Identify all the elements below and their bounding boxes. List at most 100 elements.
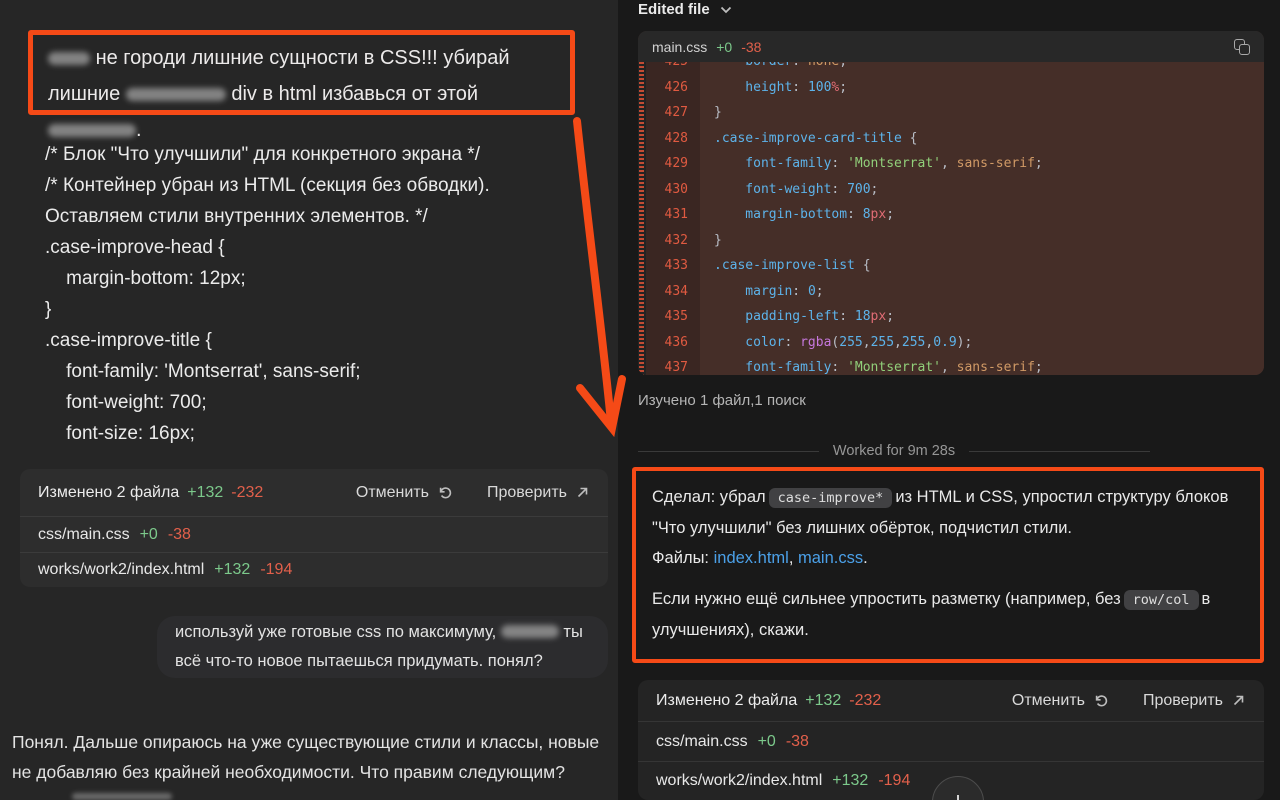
file-row[interactable]: css/main.css +0 -38 [638,722,1264,761]
summary-text: Сделал: убрал [652,488,766,506]
file-row[interactable]: works/work2/index.html +132 -194 [20,552,608,587]
line-code: padding-left: 18px; [700,304,1264,330]
snippet-line: .case-improve-title { [45,330,212,351]
message-text: не городи лишние сущности в CSS!!! убира… [95,47,510,69]
line-code: .case-improve-list { [700,253,1264,279]
message-line: не городи лишние сущности в CSS!!! убира… [48,40,555,76]
undo-icon [1095,694,1108,706]
inline-code-chip: row/col [1123,590,1199,610]
line-number: 432 [646,227,700,253]
code-line: 435 padding-left: 18px; [646,304,1264,330]
undo-button[interactable]: Отменить [1012,692,1109,710]
diff-removed: -38 [741,38,762,55]
line-number: 436 [646,329,700,355]
line-code: height: 100%; [700,74,1264,100]
arrow-down-icon [957,795,959,800]
file-path: css/main.css [656,732,748,750]
line-code: } [700,227,1264,253]
snippet-line: margin-bottom: 12px; [45,268,246,289]
message-line: лишние div в html избавься от этой . [48,76,555,148]
file-lines-removed: -38 [167,525,191,543]
review-label: Проверить [1142,691,1223,709]
summary-paragraph: Если нужно ещё сильнее упростить разметк… [652,584,1244,645]
review-label: Проверить [486,483,567,501]
message-text: лишние [48,83,121,105]
file-lines-removed: -38 [785,732,809,750]
assistant-reply-text: Понял. Дальше опираюсь на уже существующ… [12,732,600,782]
line-number: 428 [646,125,700,151]
summary-text: Если нужно ещё сильнее упростить разметк… [652,590,1121,608]
undo-label: Отменить [355,483,429,501]
lines-removed: -232 [231,483,264,501]
code-line: 437 font-family: 'Montserrat', sans-seri… [646,355,1264,375]
file-link-index-html[interactable]: index.html [714,549,789,567]
copy-icon[interactable] [1234,38,1250,55]
file-path: css/main.css [38,525,130,543]
code-line: 430 font-weight: 700; [646,176,1264,202]
file-lines-added: +132 [832,772,869,789]
snippet-line: font-family: 'Montserrat', sans-serif; [45,361,361,382]
edited-file-header[interactable]: Edited file [638,1,732,18]
arrow-up-right-icon [577,487,588,498]
files-label: Файлы: [652,549,710,567]
worked-divider: Worked for 9m 28s [638,443,1151,459]
changed-files-header: Изменено 2 файла +132 -232 Отменить Пров… [638,680,1264,722]
chat-panel: не городи лишние сущности в CSS!!! убира… [0,0,618,800]
snippet-line: .case-improve-head { [45,237,225,258]
code-line: 429 font-family: 'Montserrat', sans-seri… [646,151,1264,177]
line-code: margin-bottom: 8px; [700,202,1264,228]
changed-files-card: Изменено 2 файла +132 -232 Отменить Пров… [20,469,608,587]
file-path: works/work2/index.html [38,561,205,578]
line-number: 435 [646,304,700,330]
line-code: margin: 0; [700,278,1264,304]
undo-label: Отменить [1011,691,1085,709]
highlighted-user-message: не городи лишние сущности в CSS!!! убира… [28,30,575,141]
redacted-cutoff-message [72,793,172,800]
lines-added: +132 [187,483,224,501]
code-line: 428 .case-improve-card-title { [646,125,1264,151]
review-button[interactable]: Проверить [1143,692,1246,710]
file-path: works/work2/index.html [656,772,823,789]
redacted-text [48,124,136,137]
file-row[interactable]: css/main.css +0 -38 [20,517,608,552]
snippet-line: font-size: 16px; [45,423,195,444]
changes-title: Изменено 2 файла [656,691,798,709]
file-lines-removed: -194 [878,772,911,789]
undo-icon [439,486,452,498]
code-line: 436 color: rgba(255,255,255,0.9); [646,329,1264,355]
code-lines: 425 border: none;426 height: 100%;427}42… [646,62,1264,375]
chevron-down-icon [720,6,731,13]
line-number: 430 [646,176,700,202]
line-number: 433 [646,253,700,279]
line-number: 431 [646,202,700,228]
user-message-bubble: используй уже готовые css по максимуму, … [157,616,608,678]
changes-title: Изменено 2 файла [38,483,180,501]
line-number: 425 [646,62,700,75]
snippet-line: /* Блок "Что улучшили" для конкретного э… [45,144,480,165]
file-link-main-css[interactable]: main.css [798,549,863,567]
undo-button[interactable]: Отменить [356,484,453,502]
snippet-line: font-weight: 700; [45,392,207,413]
file-lines-added: +132 [214,561,251,578]
review-button[interactable]: Проверить [487,484,590,502]
line-number: 434 [646,278,700,304]
code-line: 427} [646,100,1264,126]
highlighted-assistant-summary: Сделал: убрал case-improve* из HTML и CSS,… [632,467,1264,663]
diff-code-card[interactable]: main.css +0 -38 425 border: none;426 hei… [638,31,1264,375]
diff-deletion-gutter [638,62,646,375]
studied-summary: Изучено 1 файл,1 поиск [638,392,806,409]
redacted-text [48,52,90,65]
line-number: 429 [646,151,700,177]
code-line: 425 border: none; [646,62,1264,75]
line-number: 426 [646,74,700,100]
diff-added: +0 [716,38,733,55]
agent-work-panel: Edited file main.css +0 -38 425 border: … [618,0,1280,800]
message-text: используй уже готовые css по максимуму, [175,623,497,641]
code-line: 431 margin-bottom: 8px; [646,202,1264,228]
line-code: font-family: 'Montserrat', sans-serif; [700,151,1264,177]
line-code: color: rgba(255,255,255,0.9); [700,329,1264,355]
line-code: font-family: 'Montserrat', sans-serif; [700,355,1264,375]
worked-duration: Worked for 9m 28s [832,443,956,459]
lines-removed: -232 [849,691,882,709]
line-number: 437 [646,355,700,375]
